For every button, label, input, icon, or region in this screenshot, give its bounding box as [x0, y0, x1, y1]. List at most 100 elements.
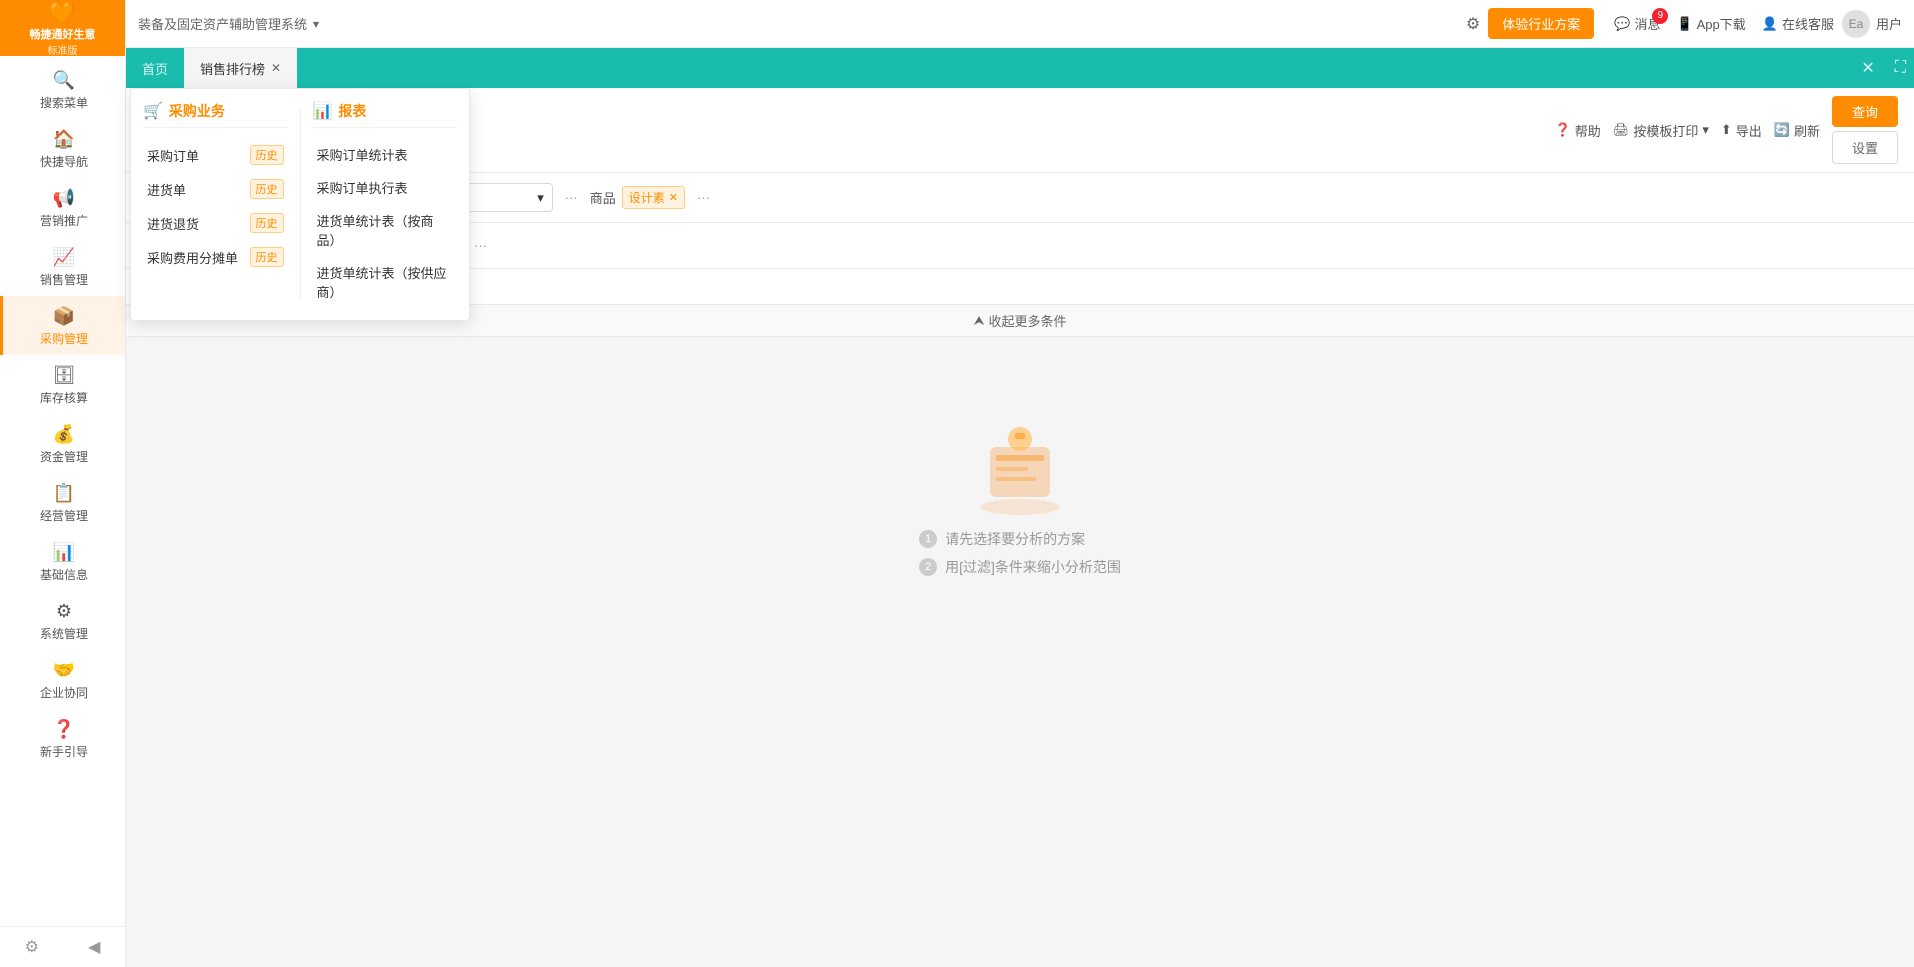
- logo-title: 畅捷通好生意: [30, 26, 96, 42]
- tabs-bar: 首页 销售排行榜 ✕ ✕ ⛶: [126, 48, 1914, 88]
- sidebar-item-label: 销售管理: [40, 271, 88, 288]
- product-tag-text: 设计素: [629, 189, 665, 206]
- dropdown-item-return[interactable]: 进货退货 历史: [143, 206, 288, 240]
- tabs-expand-btn[interactable]: ⛶: [1887, 59, 1914, 77]
- tab-home-label: 首页: [142, 59, 168, 78]
- phone-icon: 📱: [1676, 16, 1692, 32]
- export-icon: ⬆: [1721, 122, 1732, 138]
- sidebar-item-marketing[interactable]: 📢 营销推广: [0, 178, 125, 237]
- sales-icon: 📈: [53, 247, 75, 268]
- dots-2[interactable]: ···: [697, 190, 710, 205]
- product-tag-close[interactable]: ✕: [669, 191, 678, 204]
- help-icon: ❓: [1555, 122, 1571, 138]
- dropdown-item-incoming-product-stats[interactable]: 进货单统计表（按商品）: [313, 204, 458, 256]
- settings-btn[interactable]: 设置: [1832, 131, 1898, 164]
- sidebar: 🧡 畅捷通好生意 标准版 🔍 搜索菜单 🏠 快捷导航 📢 营销推广 📈 销售管理…: [0, 0, 126, 967]
- right-action-col: 查询 设置: [1832, 96, 1898, 164]
- sidebar-item-basic[interactable]: 📊 基础信息: [0, 532, 125, 591]
- app-download-btn[interactable]: 📱 App下载: [1676, 14, 1745, 33]
- sidebar-bottom: ⚙ ◀: [0, 926, 125, 967]
- dropdown-reports-col: 📊 报表 采购订单统计表 采购订单执行表 进货单统计表（按商品） 进货单统计表（…: [301, 101, 470, 308]
- order-exec-label: 采购订单执行表: [317, 178, 408, 197]
- cooperation-icon: 🤝: [53, 660, 75, 681]
- sidebar-item-label: 快捷导航: [40, 153, 88, 170]
- message-badge: 9: [1652, 8, 1668, 24]
- dropdown-item-order-exec[interactable]: 采购订单执行表: [313, 171, 458, 204]
- sidebar-item-label: 资金管理: [40, 448, 88, 465]
- user-menu[interactable]: Ea 用户: [1842, 10, 1902, 38]
- refresh-label: 刷新: [1794, 121, 1820, 140]
- help-btn[interactable]: ❓ 帮助: [1555, 121, 1601, 140]
- sidebar-collapse-btn[interactable]: ◀: [88, 937, 100, 957]
- topbar: 装备及固定资产辅助管理系统 ▾ ⚙ 体验行业方案 💬 消息 9 📱 App下载 …: [126, 0, 1914, 48]
- sidebar-item-cooperation[interactable]: 🤝 企业协同: [0, 650, 125, 709]
- topbar-settings-icon[interactable]: ⚙: [1466, 14, 1480, 34]
- expense-label: 采购费用分摊单: [147, 248, 238, 267]
- sidebar-item-label: 新手引导: [40, 743, 88, 760]
- marketing-icon: 📢: [53, 188, 75, 209]
- query-btn[interactable]: 查询: [1832, 96, 1898, 127]
- history-badge-3: 历史: [250, 247, 284, 267]
- sidebar-item-label: 企业协同: [40, 684, 88, 701]
- user-avatar: Ea: [1842, 10, 1870, 38]
- dropdown-menu: 🛒 采购业务 采购订单 历史 进货单 历史 进货退货 历史 采购费用分摊单 历史: [130, 88, 470, 321]
- print-btn[interactable]: 🖨 按模板打印 ▾: [1613, 121, 1709, 140]
- topbar-actions: 💬 消息 9 📱 App下载 👤 在线客服: [1614, 14, 1834, 33]
- tabs-close-btn[interactable]: ✕: [1849, 58, 1886, 78]
- sidebar-item-label: 采购管理: [40, 330, 88, 347]
- empty-icon: [960, 417, 1080, 517]
- service-icon: 👤: [1762, 16, 1778, 32]
- system-icon: ⚙: [56, 601, 72, 622]
- dots-1[interactable]: ···: [565, 190, 578, 205]
- empty-text: 1 请先选择要分析的方案 2 用[过滤]条件来缩小分析范围: [919, 529, 1121, 577]
- order-stats-label: 采购订单统计表: [317, 145, 408, 164]
- search-icon: 🔍: [53, 70, 75, 91]
- product-tag[interactable]: 设计素 ✕: [622, 186, 685, 209]
- print-label: 按模板打印: [1633, 121, 1698, 140]
- purchase-title-icon: 🛒: [143, 101, 163, 121]
- service-label: 在线客服: [1782, 14, 1834, 33]
- staff-dots[interactable]: ···: [474, 238, 487, 253]
- sidebar-item-inventory[interactable]: 🗄 库存核算: [0, 355, 125, 414]
- sidebar-item-search[interactable]: 🔍 搜索菜单: [0, 60, 125, 119]
- reports-title-text: 报表: [338, 101, 366, 121]
- sidebar-item-purchase[interactable]: 📦 采购管理: [0, 296, 125, 355]
- online-service-btn[interactable]: 👤 在线客服: [1762, 14, 1834, 33]
- refresh-btn[interactable]: 🔄 刷新: [1774, 121, 1820, 140]
- topbar-dropdown-btn[interactable]: ▾: [313, 17, 319, 31]
- dropdown-item-expense[interactable]: 采购费用分摊单 历史: [143, 240, 288, 274]
- tab-sales-rank-label: 销售排行榜: [200, 59, 265, 78]
- incoming-label: 进货单: [147, 180, 186, 199]
- reports-title-icon: 📊: [313, 101, 333, 121]
- sidebar-item-sales[interactable]: 📈 销售管理: [0, 237, 125, 296]
- industry-btn[interactable]: 体验行业方案: [1488, 8, 1594, 39]
- tab-close-icon[interactable]: ✕: [271, 61, 281, 75]
- tab-home[interactable]: 首页: [126, 48, 184, 88]
- hint1-text: 请先选择要分析的方案: [945, 529, 1085, 549]
- dropdown-item-incoming[interactable]: 进货单 历史: [143, 172, 288, 206]
- sidebar-item-finance[interactable]: 💰 资金管理: [0, 414, 125, 473]
- sidebar-item-label: 搜索菜单: [40, 94, 88, 111]
- dropdown-item-incoming-supplier-stats[interactable]: 进货单统计表（按供应商）: [313, 256, 458, 308]
- home-icon: 🏠: [53, 129, 75, 150]
- incoming-product-label: 进货单统计表（按商品）: [317, 211, 454, 249]
- dropdown-item-purchase-order[interactable]: 采购订单 历史: [143, 138, 288, 172]
- sidebar-item-operation[interactable]: 📋 经营管理: [0, 473, 125, 532]
- dropdown-item-order-stats[interactable]: 采购订单统计表: [313, 138, 458, 171]
- history-badge-1: 历史: [250, 179, 284, 199]
- sidebar-item-label: 营销推广: [40, 212, 88, 229]
- sidebar-item-system[interactable]: ⚙ 系统管理: [0, 591, 125, 650]
- export-btn[interactable]: ⬆ 导出: [1721, 121, 1762, 140]
- dropdown-purchase-col: 🛒 采购业务 采购订单 历史 进货单 历史 进货退货 历史 采购费用分摊单 历史: [131, 101, 300, 308]
- print-icon: 🖨: [1613, 122, 1630, 138]
- operation-icon: 📋: [53, 483, 75, 504]
- sidebar-item-quick[interactable]: 🏠 快捷导航: [0, 119, 125, 178]
- sidebar-item-guide[interactable]: ❓ 新手引导: [0, 709, 125, 768]
- dropdown-reports-title: 📊 报表: [313, 101, 458, 128]
- sidebar-settings-btn[interactable]: ⚙: [25, 937, 39, 957]
- message-btn[interactable]: 💬 消息 9: [1614, 14, 1660, 33]
- incoming-supplier-label: 进货单统计表（按供应商）: [317, 263, 454, 301]
- empty-state: 1 请先选择要分析的方案 2 用[过滤]条件来缩小分析范围: [126, 337, 1914, 657]
- sidebar-nav: 🔍 搜索菜单 🏠 快捷导航 📢 营销推广 📈 销售管理 📦 采购管理 🗄 库存核…: [0, 56, 125, 926]
- tab-sales-rank[interactable]: 销售排行榜 ✕: [184, 48, 297, 88]
